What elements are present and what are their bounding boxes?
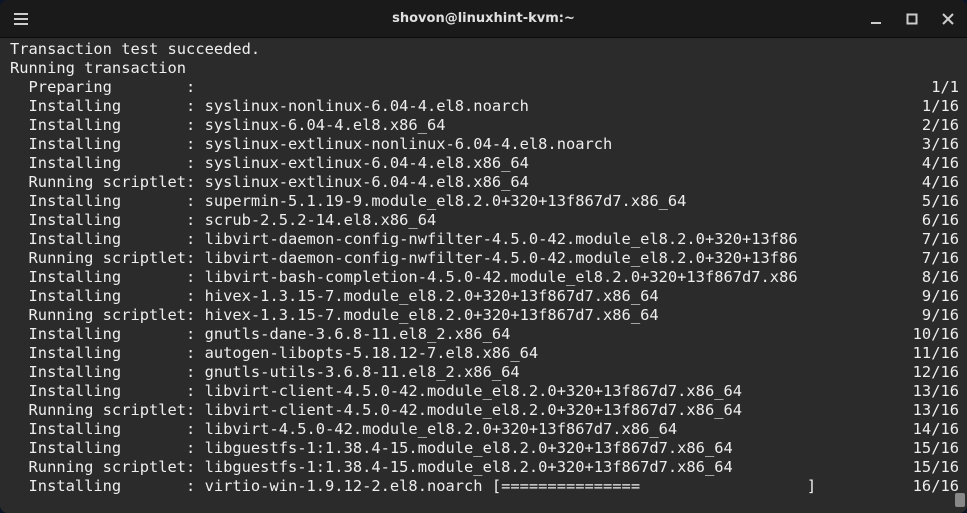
terminal-line: Installing : syslinux-extlinux-nonlinux-… xyxy=(10,135,961,154)
window-title: shovon@linuxhint-kvm:~ xyxy=(0,11,967,26)
terminal-line: Installing : libvirt-daemon-config-nwfil… xyxy=(10,230,961,249)
terminal-line: Installing : hivex-1.3.15-7.module_el8.2… xyxy=(10,287,961,306)
terminal-line: Installing : scrub-2.5.2-14.el8.x86_646/… xyxy=(10,211,961,230)
terminal-line: Installing : syslinux-extlinux-6.04-4.el… xyxy=(10,154,961,173)
terminal-line: Installing : syslinux-nonlinux-6.04-4.el… xyxy=(10,97,961,116)
terminal-line: Installing : gnutls-dane-3.6.8-11.el8_2.… xyxy=(10,325,961,344)
terminal-line: Installing : autogen-libopts-5.18.12-7.e… xyxy=(10,344,961,363)
terminal-line: Running scriptlet: libguestfs-1:1.38.4-1… xyxy=(10,458,961,477)
terminal-line: Installing : supermin-5.1.19-9.module_el… xyxy=(10,192,961,211)
terminal-line: Installing : syslinux-6.04-4.el8.x86_642… xyxy=(10,116,961,135)
minimize-button[interactable] xyxy=(867,10,885,28)
maximize-button[interactable] xyxy=(903,10,921,28)
titlebar: shovon@linuxhint-kvm:~ xyxy=(0,0,967,38)
terminal-line: Running scriptlet: syslinux-extlinux-6.0… xyxy=(10,173,961,192)
scrollbar-thumb[interactable] xyxy=(955,493,965,507)
terminal-line: Running scriptlet: libvirt-daemon-config… xyxy=(10,249,961,268)
terminal-line: Installing : libvirt-bash-completion-4.5… xyxy=(10,268,961,287)
terminal-line: Installing : libvirt-4.5.0-42.module_el8… xyxy=(10,420,961,439)
terminal-line: Installing : libguestfs-1:1.38.4-15.modu… xyxy=(10,439,961,458)
terminal-line: Installing : virtio-win-1.9.12-2.el8.noa… xyxy=(10,477,961,496)
hamburger-menu-icon[interactable] xyxy=(10,8,32,30)
terminal-output[interactable]: Transaction test succeeded.Running trans… xyxy=(0,38,967,513)
close-button[interactable] xyxy=(939,10,957,28)
terminal-line: Preparing : 1/1 xyxy=(10,78,961,97)
terminal-line: Installing : libvirt-client-4.5.0-42.mod… xyxy=(10,382,961,401)
terminal-line: Running transaction xyxy=(10,59,961,78)
window-controls xyxy=(867,10,957,28)
terminal-line: Running scriptlet: hivex-1.3.15-7.module… xyxy=(10,306,961,325)
terminal-line: Installing : gnutls-utils-3.6.8-11.el8_2… xyxy=(10,363,961,382)
terminal-line: Running scriptlet: libvirt-client-4.5.0-… xyxy=(10,401,961,420)
terminal-line: Transaction test succeeded. xyxy=(10,40,961,59)
terminal-window: shovon@linuxhint-kvm:~ Transaction test … xyxy=(0,0,967,513)
